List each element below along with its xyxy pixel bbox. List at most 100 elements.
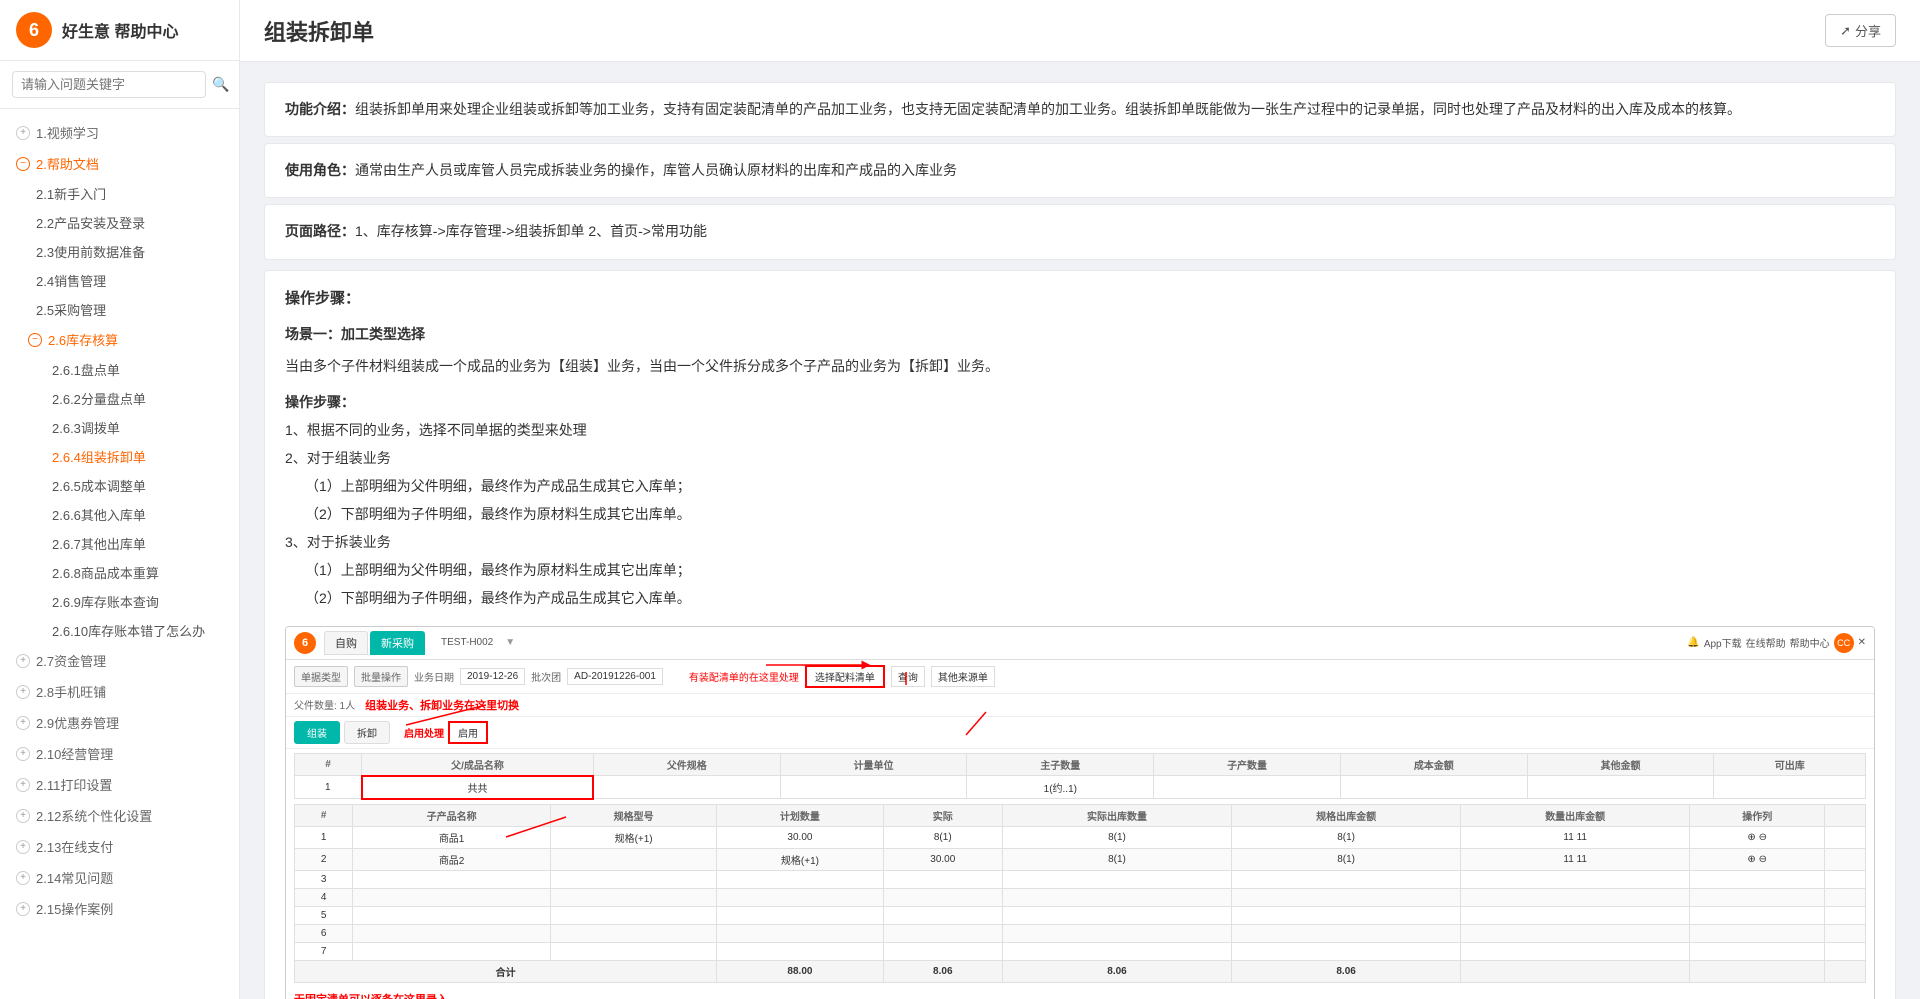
mock-sub-th-ops: 操作列 — [1690, 804, 1825, 826]
step3-sub1: （1）上部明细为父件明细，最终作为原材料生成其它出库单； — [305, 556, 1875, 584]
sidebar-item-print[interactable]: + 2.11打印设置 — [0, 769, 239, 800]
sidebar-item-cost-recalc[interactable]: 2.6.8商品成本重算 — [0, 558, 239, 587]
steps-sub-title: 操作步骤： — [285, 388, 1875, 416]
sidebar-item-finance[interactable]: + 2.7资金管理 — [0, 645, 239, 676]
mock-type-tab-disassembly[interactable]: 拆卸 — [344, 721, 390, 744]
expand-icon: + — [16, 902, 30, 916]
sidebar-item-stock-count[interactable]: 2.6.1盘点单 — [0, 355, 239, 384]
sidebar-item-sales[interactable]: 2.4销售管理 — [0, 266, 239, 295]
sidebar-item-label: 2.7资金管理 — [36, 651, 106, 670]
search-input[interactable] — [12, 71, 206, 98]
sidebar-item-inventory[interactable]: − 2.6库存核算 — [0, 324, 239, 355]
mock-annotation1: 有装配清单的在这里处理 — [689, 669, 799, 684]
sidebar-item-assembly[interactable]: 2.6.4组装拆卸单 — [0, 442, 239, 471]
sidebar-item-newcomer[interactable]: 2.1新手入门 — [0, 179, 239, 208]
path-label: 页面路径： — [285, 223, 355, 239]
table-footer: 合计 88.00 8.06 8.06 8.06 — [295, 960, 1866, 982]
mock-type-annotation: 组装业务、拆卸业务在这里切换 — [365, 697, 519, 713]
mock-sub-th-name: 子产品名称 — [353, 804, 551, 826]
mock-td-spec — [593, 776, 780, 799]
mock-th-num: # — [295, 753, 362, 776]
sidebar-item-transfer[interactable]: 2.6.3调拨单 — [0, 413, 239, 442]
mock-enable-btn[interactable]: 启用 — [448, 721, 488, 744]
mock-form-fields: 单据类型 批量操作 业务日期 2019-12-26 批次团 AD-2019122… — [294, 665, 1866, 688]
mock-th-parent-spec: 父件规格 — [593, 753, 780, 776]
mock-sub-th-spec: 规格型号 — [550, 804, 716, 826]
sidebar-item-data-prep[interactable]: 2.3使用前数据准备 — [0, 237, 239, 266]
sidebar-item-partial-count[interactable]: 2.6.2分量盘点单 — [0, 384, 239, 413]
logo-area: 6 好生意 帮助中心 — [0, 0, 239, 61]
step2-sub1: （1）上部明细为父件明细，最终作为产成品生成其它入库单； — [305, 472, 1875, 500]
expand-icon: + — [16, 871, 30, 885]
sidebar-item-mobile[interactable]: + 2.8手机旺铺 — [0, 676, 239, 707]
mock-th-unit: 计量单位 — [780, 753, 967, 776]
sidebar-item-install[interactable]: 2.2产品安装及登录 — [0, 208, 239, 237]
mock-avatar: CC — [1834, 633, 1854, 653]
mock-tab-self[interactable]: 自购 — [324, 631, 368, 655]
mock-breadcrumb: ▼ — [505, 637, 515, 648]
sidebar-item-settings[interactable]: + 2.12系统个性化设置 — [0, 800, 239, 831]
sidebar-item-label: 2.10经营管理 — [36, 744, 113, 763]
mock-sub-th-out-qty: 实际出库数量 — [1002, 804, 1231, 826]
sidebar-item-other-out[interactable]: 2.6.7其他出库单 — [0, 529, 239, 558]
sidebar-item-coupon[interactable]: + 2.9优惠券管理 — [0, 707, 239, 738]
sidebar-item-label: 2.9优惠券管理 — [36, 713, 119, 732]
mock-icon-bell: 🔔 — [1687, 637, 1699, 648]
sidebar-item-faq[interactable]: + 2.14常见问题 — [0, 862, 239, 893]
search-icon[interactable]: 🔍 — [212, 76, 229, 93]
sidebar-nav: + 1.视频学习 − 2.帮助文档 2.1新手入门 2.2产品安装及登录 2.3… — [0, 109, 239, 999]
step2-sub2: （2）下部明细为子件明细，最终作为原材料生成其它出库单。 — [305, 500, 1875, 528]
sidebar-item-payment[interactable]: + 2.13在线支付 — [0, 831, 239, 862]
mock-batch-label: 批次团 — [531, 669, 561, 684]
sidebar-item-ledger-fix[interactable]: 2.6.10库存账本错了怎么办 — [0, 616, 239, 645]
mock-summary-row: 父件数量: 1人 组装业务、拆卸业务在这里切换 — [286, 694, 1874, 717]
logo-icon: 6 — [16, 12, 52, 48]
collapse-icon: − — [16, 157, 30, 171]
expand-icon: + — [16, 747, 30, 761]
mock-th-cost: 成本金额 — [1340, 753, 1527, 776]
sidebar-item-video[interactable]: + 1.视频学习 — [0, 117, 239, 148]
table-row: 1 共共 1(约..1) — [295, 776, 1866, 799]
sidebar-item-ledger-query[interactable]: 2.6.9库存账本查询 — [0, 587, 239, 616]
sidebar-item-purchase[interactable]: 2.5采购管理 — [0, 295, 239, 324]
sidebar-item-cost-adjust[interactable]: 2.6.5成本调整单 — [0, 471, 239, 500]
search-bar: 🔍 — [0, 61, 239, 109]
role-card: 使用角色：通常由生产人员或库管人员完成拆装业务的操作，库管人员确认原材料的出库和… — [264, 143, 1896, 198]
sidebar-item-operations[interactable]: + 2.10经营管理 — [0, 738, 239, 769]
sidebar: 6 好生意 帮助中心 🔍 + 1.视频学习 − 2.帮助文档 2.1新手入门 2… — [0, 0, 240, 999]
step2-text: 2、对于组装业务 — [285, 444, 1875, 472]
expand-icon: + — [16, 685, 30, 699]
feature-intro-card: 功能介绍：组装拆卸单用来处理企业组装或拆卸等加工业务，支持有固定装配清单的产品加… — [264, 82, 1896, 137]
scenario1-desc: 当由多个子件材料组装成一个成品的业务为【组装】业务，当由一个父件拆分成多个子产品… — [285, 352, 1875, 380]
mock-edit-btn[interactable]: 批量操作 — [354, 666, 408, 687]
mock-select-bom-btn[interactable]: 选择配料清单 — [805, 665, 885, 688]
table-row: 2 商品2 规格(+1) 30.00 8(1) 8(1) 11 11 ⊕ ⊖ — [295, 848, 1866, 870]
mock-action1: 查询 — [891, 666, 925, 687]
feature-intro-text: 组装拆卸单用来处理企业组装或拆卸等加工业务，支持有固定装配清单的产品加工业务，也… — [355, 101, 1741, 117]
mock-icon-help: 在线帮助 — [1746, 635, 1786, 650]
mock-icon-close: ✕ — [1858, 637, 1866, 648]
mock-enable-label: 启用处理 — [404, 725, 444, 740]
path-text: 1、库存核算->库存管理->组装拆卸单 2、首页->常用功能 — [355, 223, 707, 239]
mock-form-bar: 单据类型 批量操作 业务日期 2019-12-26 批次团 AD-2019122… — [286, 660, 1874, 694]
mock-new-btn[interactable]: 单据类型 — [294, 666, 348, 687]
mock-parent-table-container: # 父/成品名称 父件规格 计量单位 主子数量 子产数量 成本金额 其他金额 可 — [286, 749, 1874, 804]
step1-text: 1、根据不同的业务，选择不同单据的类型来处理 — [285, 416, 1875, 444]
scenario1-title: 场景一：加工类型选择 — [285, 320, 1875, 348]
mock-th-qty1: 主子数量 — [967, 753, 1154, 776]
sidebar-item-label: 2.13在线支付 — [36, 837, 113, 856]
sidebar-item-label: 2.帮助文档 — [36, 154, 99, 173]
mock-td-1: 1 — [295, 776, 362, 799]
expand-icon: + — [16, 716, 30, 730]
table-row: 4 — [295, 888, 1866, 906]
sidebar-item-other-in[interactable]: 2.6.6其他入库单 — [0, 500, 239, 529]
table-row: 5 — [295, 906, 1866, 924]
mock-tab-purchase[interactable]: 新采购 — [370, 631, 425, 655]
mock-type-tab-assembly[interactable]: 组装 — [294, 721, 340, 744]
sidebar-item-label: 1.视频学习 — [36, 123, 99, 142]
share-button[interactable]: ➚ 分享 — [1825, 14, 1896, 47]
mock-th-parent-name: 父/成品名称 — [362, 753, 594, 776]
page-body: 功能介绍：组装拆卸单用来处理企业组装或拆卸等加工业务，支持有固定装配清单的产品加… — [240, 62, 1920, 999]
sidebar-item-docs[interactable]: − 2.帮助文档 — [0, 148, 239, 179]
sidebar-item-cases[interactable]: + 2.15操作案例 — [0, 893, 239, 924]
